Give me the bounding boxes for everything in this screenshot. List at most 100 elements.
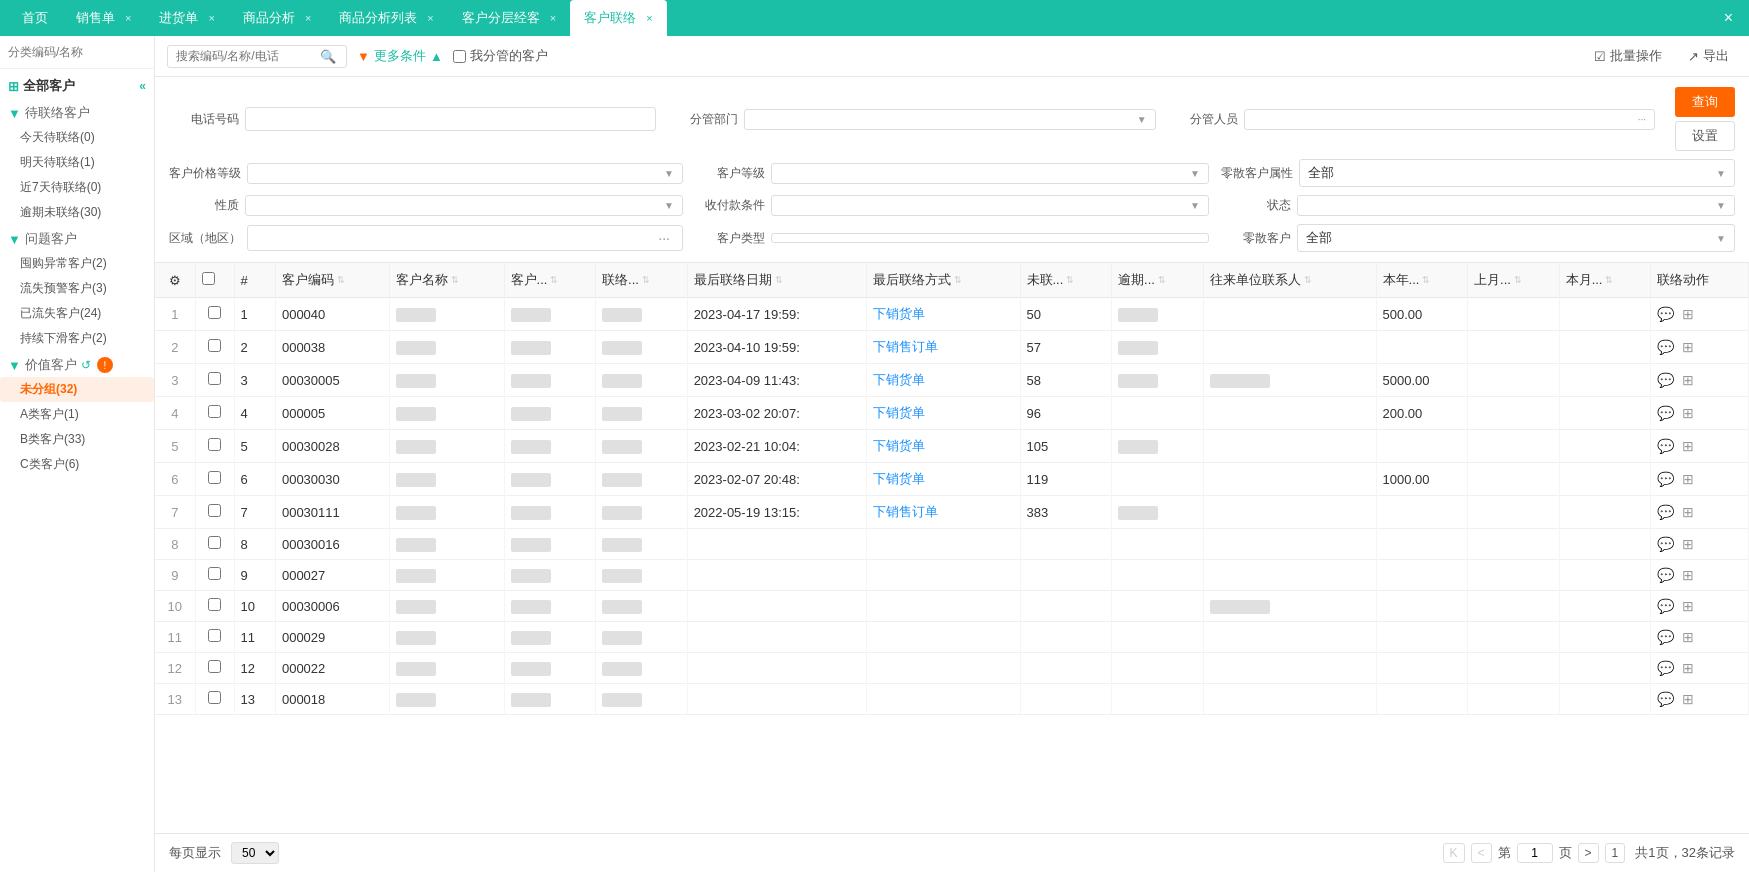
sidebar-item-class-b[interactable]: B类客户(33) <box>0 427 154 452</box>
sidebar-item-churn-warning[interactable]: 流失预警客户(3) <box>0 276 154 301</box>
grid-action-icon[interactable]: ⊞ <box>1682 598 1694 614</box>
tab-sales-close[interactable]: × <box>125 12 131 24</box>
tab-customer-contact[interactable]: 客户联络 × <box>570 0 666 36</box>
filter-payment-select[interactable]: ▼ <box>771 195 1209 216</box>
th-not-contacted[interactable]: 未联...⇅ <box>1020 263 1112 298</box>
page-size-select[interactable]: 50 <box>231 842 279 864</box>
filter-phone-input[interactable] <box>245 107 656 131</box>
method-link[interactable]: 下销售订单 <box>873 339 938 354</box>
grid-action-icon[interactable]: ⊞ <box>1682 306 1694 322</box>
chat-icon[interactable]: 💬 <box>1657 629 1674 645</box>
chat-icon[interactable]: 💬 <box>1657 438 1674 454</box>
sidebar-item-overdue[interactable]: 逾期未联络(30) <box>0 200 154 225</box>
reset-button[interactable]: 设置 <box>1675 121 1735 151</box>
row-checkbox[interactable] <box>208 536 221 549</box>
filter-status-select[interactable]: ▼ <box>1297 195 1735 216</box>
method-link[interactable]: 下销货单 <box>873 471 925 486</box>
search-button[interactable]: 查询 <box>1675 87 1735 117</box>
grid-action-icon[interactable]: ⊞ <box>1682 691 1694 707</box>
filter-region-select[interactable]: ··· <box>247 225 683 251</box>
chat-icon[interactable]: 💬 <box>1657 567 1674 583</box>
th-overdue[interactable]: 逾期...⇅ <box>1112 263 1204 298</box>
sidebar-group-problem[interactable]: ▼ 问题客户 <box>0 225 154 251</box>
th-this-month[interactable]: 本月...⇅ <box>1559 263 1651 298</box>
row-checkbox[interactable] <box>208 567 221 580</box>
row-checkbox[interactable] <box>208 504 221 517</box>
region-dots-icon[interactable]: ··· <box>654 230 674 246</box>
th-last-method[interactable]: 最后联络方式⇅ <box>867 263 1020 298</box>
th-this-year[interactable]: 本年...⇅ <box>1376 263 1468 298</box>
bulk-ops-btn[interactable]: ☑ 批量操作 <box>1586 44 1670 68</box>
chat-icon[interactable]: 💬 <box>1657 691 1674 707</box>
th-name[interactable]: 客户名称⇅ <box>390 263 504 298</box>
sidebar-item-churned[interactable]: 已流失客户(24) <box>0 301 154 326</box>
grid-action-icon[interactable]: ⊞ <box>1682 372 1694 388</box>
sidebar-item-hoarding[interactable]: 囤购异常客户(2) <box>0 251 154 276</box>
method-link[interactable]: 下销售订单 <box>873 504 938 519</box>
th-settings[interactable]: ⚙ <box>155 263 195 298</box>
method-link[interactable]: 下销货单 <box>873 372 925 387</box>
select-all-checkbox[interactable] <box>202 272 215 285</box>
th-type[interactable]: 客户...⇅ <box>504 263 596 298</box>
next-page-btn[interactable]: > <box>1578 843 1599 863</box>
sidebar-item-class-c[interactable]: C类客户(6) <box>0 452 154 477</box>
filter-zero-customer-select[interactable]: 全部 ▼ <box>1297 224 1735 252</box>
grid-action-icon[interactable]: ⊞ <box>1682 629 1694 645</box>
filter-nature-select[interactable]: ▼ <box>245 195 683 216</box>
tab-purchase[interactable]: 进货单 × <box>145 0 228 36</box>
chat-icon[interactable]: 💬 <box>1657 306 1674 322</box>
tab-purchase-close[interactable]: × <box>208 12 214 24</box>
tab-product-analysis[interactable]: 商品分析 × <box>229 0 325 36</box>
grid-action-icon[interactable]: ⊞ <box>1682 405 1694 421</box>
row-checkbox[interactable] <box>208 372 221 385</box>
th-last-month[interactable]: 上月...⇅ <box>1468 263 1560 298</box>
sidebar-item-class-a[interactable]: A类客户(1) <box>0 402 154 427</box>
row-checkbox[interactable] <box>208 306 221 319</box>
grid-action-icon[interactable]: ⊞ <box>1682 438 1694 454</box>
chat-icon[interactable]: 💬 <box>1657 536 1674 552</box>
sidebar-item-today-pending[interactable]: 今天待联络(0) <box>0 125 154 150</box>
main-search-input[interactable] <box>176 49 316 63</box>
filter-customer-type-select[interactable] <box>771 233 1209 243</box>
grid-action-icon[interactable]: ⊞ <box>1682 504 1694 520</box>
chat-icon[interactable]: 💬 <box>1657 660 1674 676</box>
grid-action-icon[interactable]: ⊞ <box>1682 660 1694 676</box>
chat-icon[interactable]: 💬 <box>1657 372 1674 388</box>
sidebar-item-declining[interactable]: 持续下滑客户(2) <box>0 326 154 351</box>
row-checkbox[interactable] <box>208 339 221 352</box>
th-contact[interactable]: 联络...⇅ <box>596 263 688 298</box>
prev-page-btn[interactable]: < <box>1471 843 1492 863</box>
tab-product-analysis-list[interactable]: 商品分析列表 × <box>325 0 447 36</box>
chat-icon[interactable]: 💬 <box>1657 504 1674 520</box>
chat-icon[interactable]: 💬 <box>1657 405 1674 421</box>
grid-action-icon[interactable]: ⊞ <box>1682 536 1694 552</box>
method-link[interactable]: 下销货单 <box>873 438 925 453</box>
refresh-icon[interactable]: ↺ <box>81 358 91 372</box>
filter-manager-select[interactable]: ··· <box>1244 109 1655 130</box>
sidebar-item-ungrouped[interactable]: 未分组(32) <box>0 377 154 402</box>
chat-icon[interactable]: 💬 <box>1657 471 1674 487</box>
row-checkbox[interactable] <box>208 691 221 704</box>
row-checkbox[interactable] <box>208 438 221 451</box>
sidebar-search-input[interactable] <box>8 45 155 59</box>
row-checkbox[interactable] <box>208 629 221 642</box>
sidebar-all-customers[interactable]: ⊞ 全部客户 « <box>0 69 154 99</box>
th-last-date[interactable]: 最后联络日期⇅ <box>687 263 866 298</box>
sidebar-item-tomorrow-pending[interactable]: 明天待联络(1) <box>0 150 154 175</box>
tab-home[interactable]: 首页 <box>8 0 62 36</box>
tab-product-analysis-close[interactable]: × <box>305 12 311 24</box>
method-link[interactable]: 下销货单 <box>873 306 925 321</box>
row-checkbox[interactable] <box>208 405 221 418</box>
method-link[interactable]: 下销货单 <box>873 405 925 420</box>
page-number-input[interactable] <box>1517 843 1553 863</box>
sidebar-collapse-icon[interactable]: « <box>139 79 146 93</box>
th-trade-contact[interactable]: 往来单位联系人⇅ <box>1203 263 1376 298</box>
filter-customer-level-select[interactable]: ▼ <box>771 163 1209 184</box>
sidebar-item-7day-pending[interactable]: 近7天待联络(0) <box>0 175 154 200</box>
grid-action-icon[interactable]: ⊞ <box>1682 339 1694 355</box>
filter-dept-select[interactable]: ▼ <box>744 109 1155 130</box>
tab-product-analysis-list-close[interactable]: × <box>427 12 433 24</box>
chat-icon[interactable]: 💬 <box>1657 339 1674 355</box>
filter-zero-attr-select[interactable]: 全部 ▼ <box>1299 159 1735 187</box>
first-page-btn[interactable]: K <box>1443 843 1465 863</box>
